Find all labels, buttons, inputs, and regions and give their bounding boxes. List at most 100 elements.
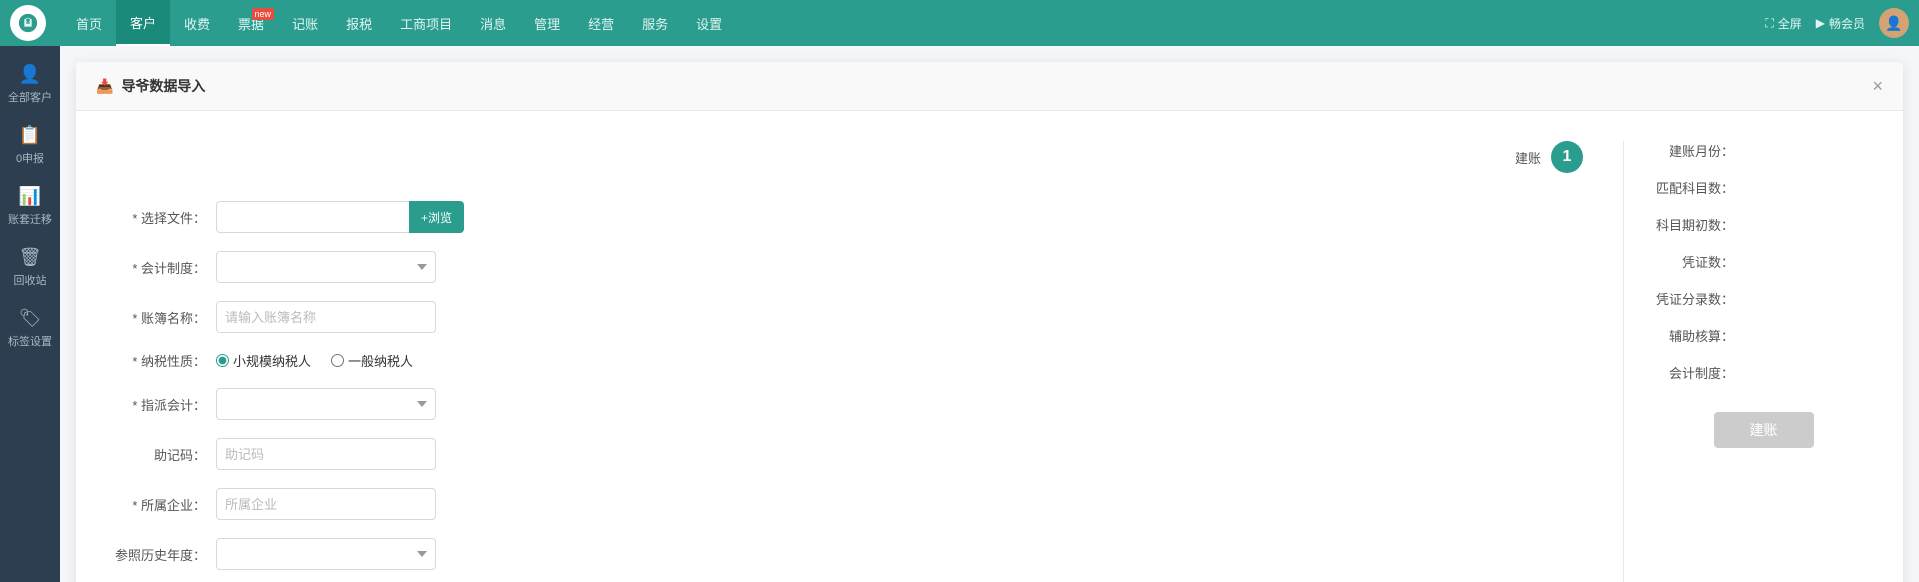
fullscreen-button[interactable]: ⛶ 全屏 [1765,15,1801,32]
avatar[interactable]: 👤 [1879,8,1909,38]
voucher-count-row: 凭证数： [1644,252,1883,271]
aux-accounting-label: 辅助核算： [1644,326,1744,345]
ref-year-select[interactable] [216,538,436,570]
assign-accountant-row: * 指派会计： [96,388,1603,420]
member-button[interactable]: ▶ 畅会员 [1816,15,1865,32]
sidebar-item-recycle[interactable]: 🗑 回收站 [0,239,60,296]
sidebar: 👤 全部客户 📋 0申报 📊 账套迁移 🗑 回收站 🏷 标签设置 [0,46,60,582]
step-header: 建账 1 [96,141,1603,173]
nav-item-首页[interactable]: 首页 [62,0,116,46]
accounting-select[interactable] [216,251,436,283]
company-row: * 所属企业： [96,488,1603,520]
tag-icon: 🏷 [19,308,42,329]
nav-item-票据[interactable]: 票据new [224,0,278,46]
nav-item-服务[interactable]: 服务 [628,0,682,46]
form-section: 建账 1 * 选择文件： +浏览 * 会计制度： [96,141,1623,582]
nav-item-记账[interactable]: 记账 [278,0,332,46]
accounting-system-info-row: 会计制度： [1644,363,1883,382]
accounting-label: * 会计制度： [96,258,216,277]
sidebar-item-migrate[interactable]: 📊 账套迁移 [0,178,60,235]
tax-type-label: * 纳税性质： [96,351,216,370]
import-icon: 📥 [96,78,113,95]
dialog-title-text: 导爷数据导入 [121,76,205,96]
match-subjects-label: 匹配科目数： [1644,178,1744,197]
declaration-icon: 📋 [19,125,41,146]
nav-item-管理[interactable]: 管理 [520,0,574,46]
sidebar-item-tags[interactable]: 🏷 标签设置 [0,300,60,357]
ledger-name-label: * 账簿名称： [96,308,216,327]
sidebar-item-declaration[interactable]: 📋 0申报 [0,117,60,174]
build-month-row: 建账月份： [1644,141,1883,160]
step-label: 建账 [1515,148,1541,167]
nav-item-经营[interactable]: 经营 [574,0,628,46]
file-input-group: +浏览 [216,201,436,233]
nav-badge: new [252,8,275,20]
voucher-entries-row: 凭证分录数： [1644,289,1883,308]
dialog: 📥 导爷数据导入 × 建账 1 * 选择文件： [76,62,1903,582]
dialog-body: 建账 1 * 选择文件： +浏览 * 会计制度： [76,111,1903,582]
memo-code-label: 助记码： [96,445,216,464]
sidebar-item-label: 标签设置 [8,333,52,349]
migrate-icon: 📊 [19,186,41,207]
browse-button[interactable]: +浏览 [409,201,464,233]
init-balance-row: 科目期初数： [1644,215,1883,234]
general-taxpayer-input[interactable] [331,354,344,367]
fullscreen-label: 全屏 [1778,15,1802,32]
match-subjects-row: 匹配科目数： [1644,178,1883,197]
memo-code-row: 助记码： [96,438,1603,470]
sidebar-item-label: 回收站 [14,272,47,288]
step-circle: 1 [1551,141,1583,173]
ledger-name-row: * 账簿名称： [96,301,1603,333]
user-icon: 👤 [19,64,41,85]
fullscreen-icon: ⛶ [1765,16,1773,31]
build-month-label: 建账月份： [1644,141,1744,160]
file-input[interactable] [216,201,409,233]
ledger-name-input[interactable] [216,301,436,333]
sidebar-item-label: 账套迁移 [8,211,52,227]
dialog-title: 📥 导爷数据导入 [96,76,205,96]
nav-item-客户[interactable]: 客户 [116,0,170,46]
nav-item-收费[interactable]: 收费 [170,0,224,46]
small-taxpayer-label: 小规模纳税人 [233,351,311,370]
build-button[interactable]: 建账 [1714,412,1814,448]
sidebar-item-label: 全部客户 [8,89,52,105]
assign-accountant-select[interactable] [216,388,436,420]
app-logo[interactable] [10,5,46,41]
aux-accounting-row: 辅助核算： [1644,326,1883,345]
content-area: 📥 导爷数据导入 × 建账 1 * 选择文件： [60,46,1919,582]
company-input[interactable] [216,488,436,520]
close-button[interactable]: × [1872,77,1883,95]
tax-radio-group: 小规模纳税人 一般纳税人 [216,351,413,370]
memo-code-input[interactable] [216,438,436,470]
accounting-system-info-label: 会计制度： [1644,363,1744,382]
nav-item-消息[interactable]: 消息 [466,0,520,46]
nav-item-报税[interactable]: 报税 [332,0,386,46]
small-taxpayer-input[interactable] [216,354,229,367]
ref-year-row: 参照历史年度： [96,538,1603,570]
tax-type-row: * 纳税性质： 小规模纳税人 一般纳税人 [96,351,1603,370]
nav-item-设置[interactable]: 设置 [682,0,736,46]
nav-items: 首页客户收费票据new记账报税工商项目消息管理经营服务设置 [62,0,1765,46]
topnav: 首页客户收费票据new记账报税工商项目消息管理经营服务设置 ⛶ 全屏 ▶ 畅会员… [0,0,1919,46]
play-icon: ▶ [1816,16,1825,30]
dialog-header: 📥 导爷数据导入 × [76,62,1903,111]
accounting-system-row: * 会计制度： [96,251,1603,283]
ref-year-label: 参照历史年度： [96,545,216,564]
init-balance-label: 科目期初数： [1644,215,1744,234]
member-label: 畅会员 [1829,15,1865,32]
general-taxpayer-radio[interactable]: 一般纳税人 [331,351,413,370]
main-layout: 👤 全部客户 📋 0申报 📊 账套迁移 🗑 回收站 🏷 标签设置 📥 导 [0,46,1919,582]
sidebar-item-all-clients[interactable]: 👤 全部客户 [0,56,60,113]
avatar-icon: 👤 [1885,15,1902,32]
voucher-entries-label: 凭证分录数： [1644,289,1744,308]
topnav-right: ⛶ 全屏 ▶ 畅会员 👤 [1765,8,1909,38]
trash-icon: 🗑 [19,247,42,268]
assign-accountant-label: * 指派会计： [96,395,216,414]
company-label: * 所属企业： [96,495,216,514]
file-label: * 选择文件： [96,208,216,227]
info-section: 建账月份： 匹配科目数： 科目期初数： 凭证数： [1623,141,1883,582]
sidebar-item-label: 0申报 [16,150,44,166]
voucher-count-label: 凭证数： [1644,252,1744,271]
nav-item-工商项目[interactable]: 工商项目 [386,0,466,46]
small-taxpayer-radio[interactable]: 小规模纳税人 [216,351,311,370]
